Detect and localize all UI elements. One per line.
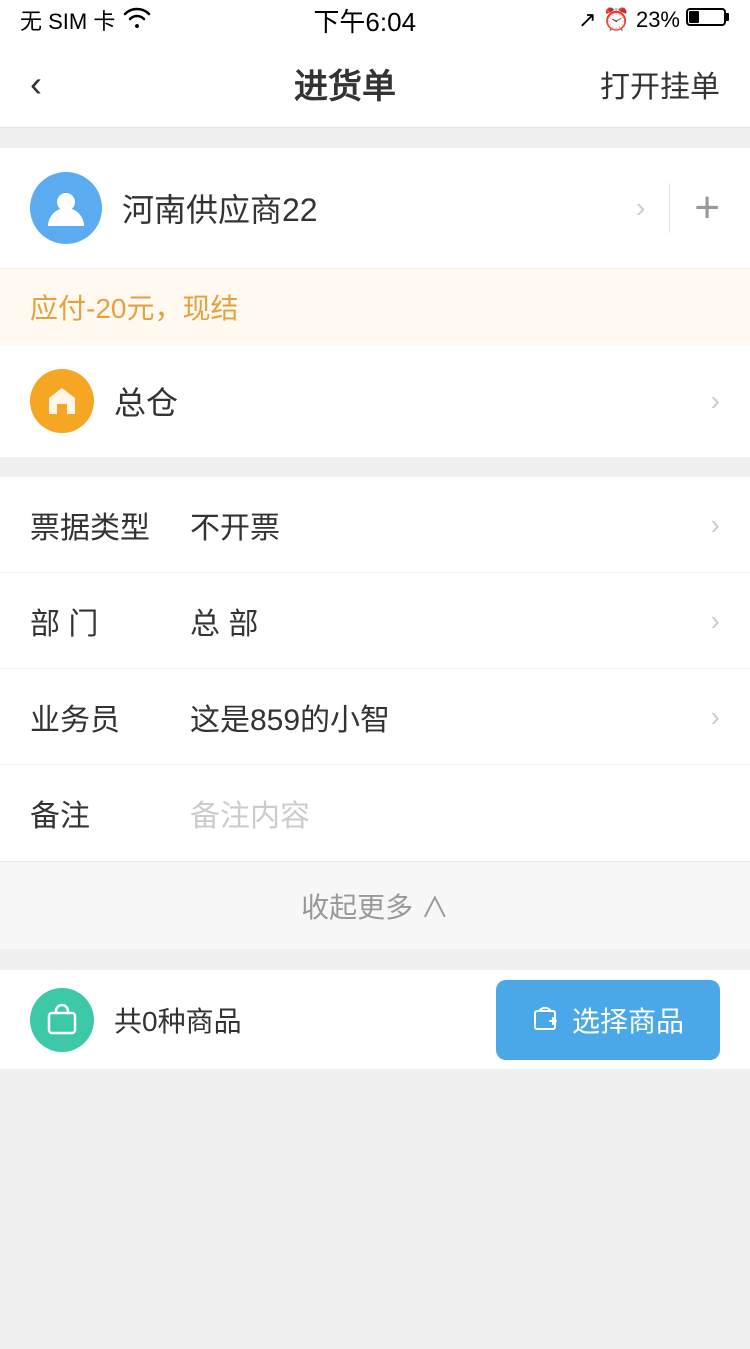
department-chevron-icon: › xyxy=(711,605,720,637)
battery-text: 23% xyxy=(636,7,680,33)
invoice-type-value: 不开票 xyxy=(170,503,711,547)
form-section: 票据类型 不开票 › 部 门 总 部 › 业务员 这是859的小智 › 备注 备… xyxy=(0,477,750,861)
add-supplier-button[interactable]: + xyxy=(694,186,720,230)
open-pending-button[interactable]: 打开挂单 xyxy=(600,62,720,106)
goods-count: 共0种商品 xyxy=(114,1000,496,1040)
invoice-type-row[interactable]: 票据类型 不开票 › xyxy=(0,477,750,573)
select-goods-label: 选择商品 xyxy=(572,1000,684,1040)
salesperson-label: 业务员 xyxy=(30,695,170,739)
location-icon: ↗ xyxy=(578,7,596,33)
invoice-type-chevron-icon: › xyxy=(711,509,720,541)
collapse-row[interactable]: 收起更多 ∧ xyxy=(0,861,750,949)
select-goods-button[interactable]: 选择商品 xyxy=(496,980,720,1060)
notice-banner: 应付-20元，现结 xyxy=(0,269,750,345)
warehouse-icon xyxy=(30,369,94,433)
warehouse-chevron-icon: › xyxy=(711,385,720,417)
goods-icon xyxy=(30,988,94,1052)
footer-gray xyxy=(0,1069,750,1349)
supplier-section: 河南供应商22 › + 应付-20元，现结 总仓 › xyxy=(0,148,750,457)
nav-bar: ‹ 进货单 打开挂单 xyxy=(0,40,750,128)
status-left: 无 SIM 卡 xyxy=(20,4,151,36)
back-button[interactable]: ‹ xyxy=(30,63,90,105)
remark-row[interactable]: 备注 备注内容 xyxy=(0,765,750,861)
status-bar: 无 SIM 卡 下午6:04 ↗ ⏰ 23% xyxy=(0,0,750,40)
department-row[interactable]: 部 门 总 部 › xyxy=(0,573,750,669)
alarm-icon: ⏰ xyxy=(603,7,630,33)
warehouse-row[interactable]: 总仓 › xyxy=(0,345,750,457)
bottom-bar: 共0种商品 选择商品 xyxy=(0,969,750,1069)
remark-label: 备注 xyxy=(30,791,170,835)
status-time: 下午6:04 xyxy=(313,2,416,39)
supplier-chevron-icon: › xyxy=(636,192,645,224)
department-label: 部 门 xyxy=(30,599,170,643)
supplier-row[interactable]: 河南供应商22 › + xyxy=(0,148,750,269)
salesperson-row[interactable]: 业务员 这是859的小智 › xyxy=(0,669,750,765)
warehouse-name: 总仓 xyxy=(114,378,711,424)
notice-text: 应付-20元，现结 xyxy=(30,293,238,324)
top-divider xyxy=(0,128,750,148)
department-value: 总 部 xyxy=(170,599,711,643)
vertical-divider xyxy=(669,183,670,233)
wifi-icon xyxy=(123,6,151,34)
no-sim-text: 无 SIM 卡 xyxy=(20,4,115,36)
supplier-name: 河南供应商22 xyxy=(122,185,636,231)
remark-value[interactable]: 备注内容 xyxy=(170,791,720,835)
status-right: ↗ ⏰ 23% xyxy=(578,6,730,34)
salesperson-value: 这是859的小智 xyxy=(170,695,711,739)
battery-icon xyxy=(686,6,730,34)
salesperson-chevron-icon: › xyxy=(711,701,720,733)
invoice-type-label: 票据类型 xyxy=(30,503,170,547)
collapse-text[interactable]: 收起更多 ∧ xyxy=(301,886,449,926)
page-title: 进货单 xyxy=(294,59,396,108)
supplier-avatar xyxy=(30,172,102,244)
